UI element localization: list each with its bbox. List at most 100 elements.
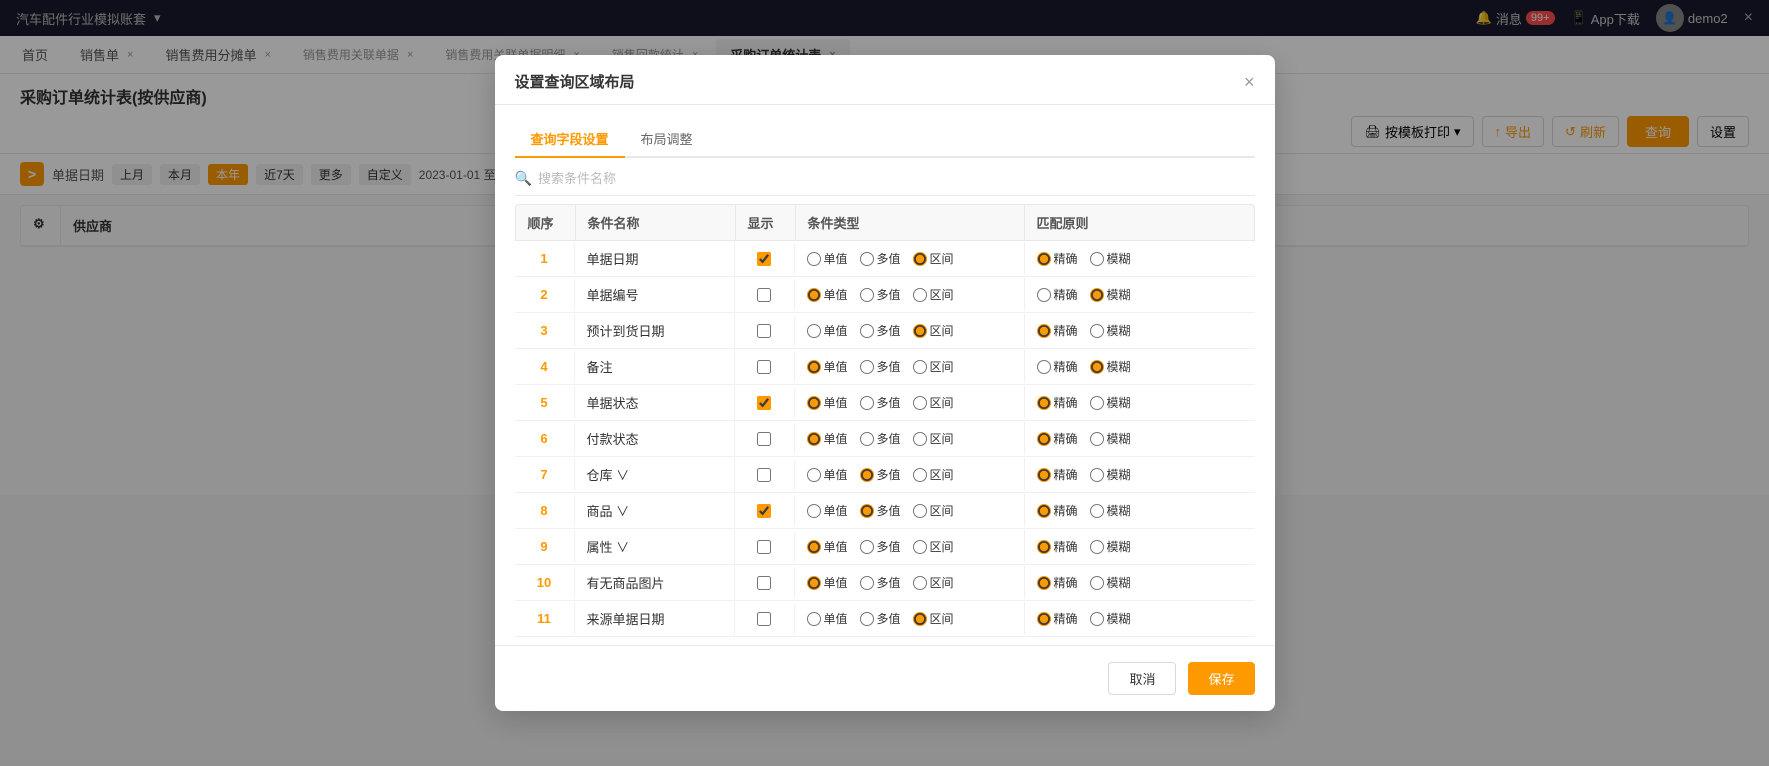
show-checkbox-10[interactable] bbox=[757, 612, 771, 626]
type-radio-input-区间-5[interactable] bbox=[913, 432, 927, 446]
match-radio-input-模糊-8[interactable] bbox=[1090, 540, 1104, 554]
type-radio-多值-1[interactable]: 多值 bbox=[860, 286, 901, 303]
type-radio-区间-0[interactable]: 区间 bbox=[913, 250, 954, 267]
match-radio-input-模糊-3[interactable] bbox=[1090, 360, 1104, 374]
type-radio-单值-4[interactable]: 单值 bbox=[807, 394, 848, 411]
match-radio-模糊-9[interactable]: 模糊 bbox=[1090, 574, 1131, 591]
row-show-3[interactable] bbox=[735, 352, 795, 382]
type-radio-区间-9[interactable]: 区间 bbox=[913, 574, 954, 591]
match-radio-input-模糊-10[interactable] bbox=[1090, 612, 1104, 626]
match-radio-input-精确-7[interactable] bbox=[1037, 504, 1051, 518]
match-radio-模糊-10[interactable]: 模糊 bbox=[1090, 610, 1131, 627]
match-radio-input-模糊-0[interactable] bbox=[1090, 252, 1104, 266]
match-radio-input-模糊-4[interactable] bbox=[1090, 396, 1104, 410]
match-radio-模糊-6[interactable]: 模糊 bbox=[1090, 466, 1131, 483]
match-radio-input-精确-1[interactable] bbox=[1037, 288, 1051, 302]
type-radio-多值-10[interactable]: 多值 bbox=[860, 610, 901, 627]
match-radio-input-精确-10[interactable] bbox=[1037, 612, 1051, 626]
type-radio-区间-8[interactable]: 区间 bbox=[913, 538, 954, 555]
show-checkbox-7[interactable] bbox=[757, 504, 771, 518]
type-radio-input-单值-7[interactable] bbox=[807, 504, 821, 518]
row-show-1[interactable] bbox=[735, 280, 795, 310]
type-radio-区间-5[interactable]: 区间 bbox=[913, 430, 954, 447]
type-radio-input-单值-1[interactable] bbox=[807, 288, 821, 302]
match-radio-精确-10[interactable]: 精确 bbox=[1037, 610, 1078, 627]
type-radio-区间-6[interactable]: 区间 bbox=[913, 466, 954, 483]
match-radio-精确-8[interactable]: 精确 bbox=[1037, 538, 1078, 555]
match-radio-模糊-4[interactable]: 模糊 bbox=[1090, 394, 1131, 411]
type-radio-input-区间-3[interactable] bbox=[913, 360, 927, 374]
type-radio-input-区间-7[interactable] bbox=[913, 504, 927, 518]
dialog-close-btn[interactable]: × bbox=[1244, 73, 1255, 91]
match-radio-模糊-7[interactable]: 模糊 bbox=[1090, 502, 1131, 519]
match-radio-input-模糊-1[interactable] bbox=[1090, 288, 1104, 302]
row-show-5[interactable] bbox=[735, 424, 795, 454]
type-radio-input-单值-0[interactable] bbox=[807, 252, 821, 266]
type-radio-区间-4[interactable]: 区间 bbox=[913, 394, 954, 411]
type-radio-input-单值-4[interactable] bbox=[807, 396, 821, 410]
match-radio-input-模糊-9[interactable] bbox=[1090, 576, 1104, 590]
match-radio-input-模糊-2[interactable] bbox=[1090, 324, 1104, 338]
type-radio-input-单值-3[interactable] bbox=[807, 360, 821, 374]
type-radio-多值-3[interactable]: 多值 bbox=[860, 358, 901, 375]
type-radio-区间-1[interactable]: 区间 bbox=[913, 286, 954, 303]
match-radio-input-精确-9[interactable] bbox=[1037, 576, 1051, 590]
type-radio-单值-0[interactable]: 单值 bbox=[807, 250, 848, 267]
match-radio-input-精确-3[interactable] bbox=[1037, 360, 1051, 374]
type-radio-input-单值-6[interactable] bbox=[807, 468, 821, 482]
type-radio-input-多值-10[interactable] bbox=[860, 612, 874, 626]
type-radio-input-多值-4[interactable] bbox=[860, 396, 874, 410]
match-radio-模糊-8[interactable]: 模糊 bbox=[1090, 538, 1131, 555]
type-radio-多值-0[interactable]: 多值 bbox=[860, 250, 901, 267]
match-radio-精确-4[interactable]: 精确 bbox=[1037, 394, 1078, 411]
type-radio-input-单值-2[interactable] bbox=[807, 324, 821, 338]
type-radio-input-区间-10[interactable] bbox=[913, 612, 927, 626]
show-checkbox-3[interactable] bbox=[757, 360, 771, 374]
type-radio-input-区间-9[interactable] bbox=[913, 576, 927, 590]
match-radio-模糊-3[interactable]: 模糊 bbox=[1090, 358, 1131, 375]
type-radio-单值-10[interactable]: 单值 bbox=[807, 610, 848, 627]
type-radio-input-多值-2[interactable] bbox=[860, 324, 874, 338]
type-radio-input-多值-3[interactable] bbox=[860, 360, 874, 374]
match-radio-input-精确-5[interactable] bbox=[1037, 432, 1051, 446]
row-show-9[interactable] bbox=[735, 568, 795, 598]
type-radio-区间-10[interactable]: 区间 bbox=[913, 610, 954, 627]
show-checkbox-1[interactable] bbox=[757, 288, 771, 302]
type-radio-input-多值-8[interactable] bbox=[860, 540, 874, 554]
dialog-tab-1[interactable]: 布局调整 bbox=[625, 121, 709, 158]
row-show-0[interactable] bbox=[735, 244, 795, 274]
show-checkbox-0[interactable] bbox=[757, 252, 771, 266]
type-radio-多值-5[interactable]: 多值 bbox=[860, 430, 901, 447]
type-radio-input-多值-5[interactable] bbox=[860, 432, 874, 446]
match-radio-input-模糊-5[interactable] bbox=[1090, 432, 1104, 446]
type-radio-区间-2[interactable]: 区间 bbox=[913, 322, 954, 339]
type-radio-input-多值-6[interactable] bbox=[860, 468, 874, 482]
row-show-10[interactable] bbox=[735, 604, 795, 634]
type-radio-单值-1[interactable]: 单值 bbox=[807, 286, 848, 303]
type-radio-input-多值-1[interactable] bbox=[860, 288, 874, 302]
type-radio-input-区间-0[interactable] bbox=[913, 252, 927, 266]
type-radio-input-单值-5[interactable] bbox=[807, 432, 821, 446]
type-radio-多值-8[interactable]: 多值 bbox=[860, 538, 901, 555]
type-radio-单值-7[interactable]: 单值 bbox=[807, 502, 848, 519]
match-radio-精确-7[interactable]: 精确 bbox=[1037, 502, 1078, 519]
type-radio-input-单值-10[interactable] bbox=[807, 612, 821, 626]
type-radio-单值-3[interactable]: 单值 bbox=[807, 358, 848, 375]
type-radio-input-单值-9[interactable] bbox=[807, 576, 821, 590]
show-checkbox-5[interactable] bbox=[757, 432, 771, 446]
match-radio-input-精确-2[interactable] bbox=[1037, 324, 1051, 338]
type-radio-input-区间-6[interactable] bbox=[913, 468, 927, 482]
type-radio-input-区间-4[interactable] bbox=[913, 396, 927, 410]
show-checkbox-4[interactable] bbox=[757, 396, 771, 410]
type-radio-多值-4[interactable]: 多值 bbox=[860, 394, 901, 411]
search-input[interactable] bbox=[538, 171, 738, 186]
match-radio-精确-3[interactable]: 精确 bbox=[1037, 358, 1078, 375]
save-button[interactable]: 保存 bbox=[1188, 662, 1254, 695]
match-radio-input-模糊-7[interactable] bbox=[1090, 504, 1104, 518]
type-radio-多值-2[interactable]: 多值 bbox=[860, 322, 901, 339]
type-radio-input-多值-7[interactable] bbox=[860, 504, 874, 518]
type-radio-input-区间-8[interactable] bbox=[913, 540, 927, 554]
type-radio-input-单值-8[interactable] bbox=[807, 540, 821, 554]
row-show-2[interactable] bbox=[735, 316, 795, 346]
type-radio-区间-7[interactable]: 区间 bbox=[913, 502, 954, 519]
